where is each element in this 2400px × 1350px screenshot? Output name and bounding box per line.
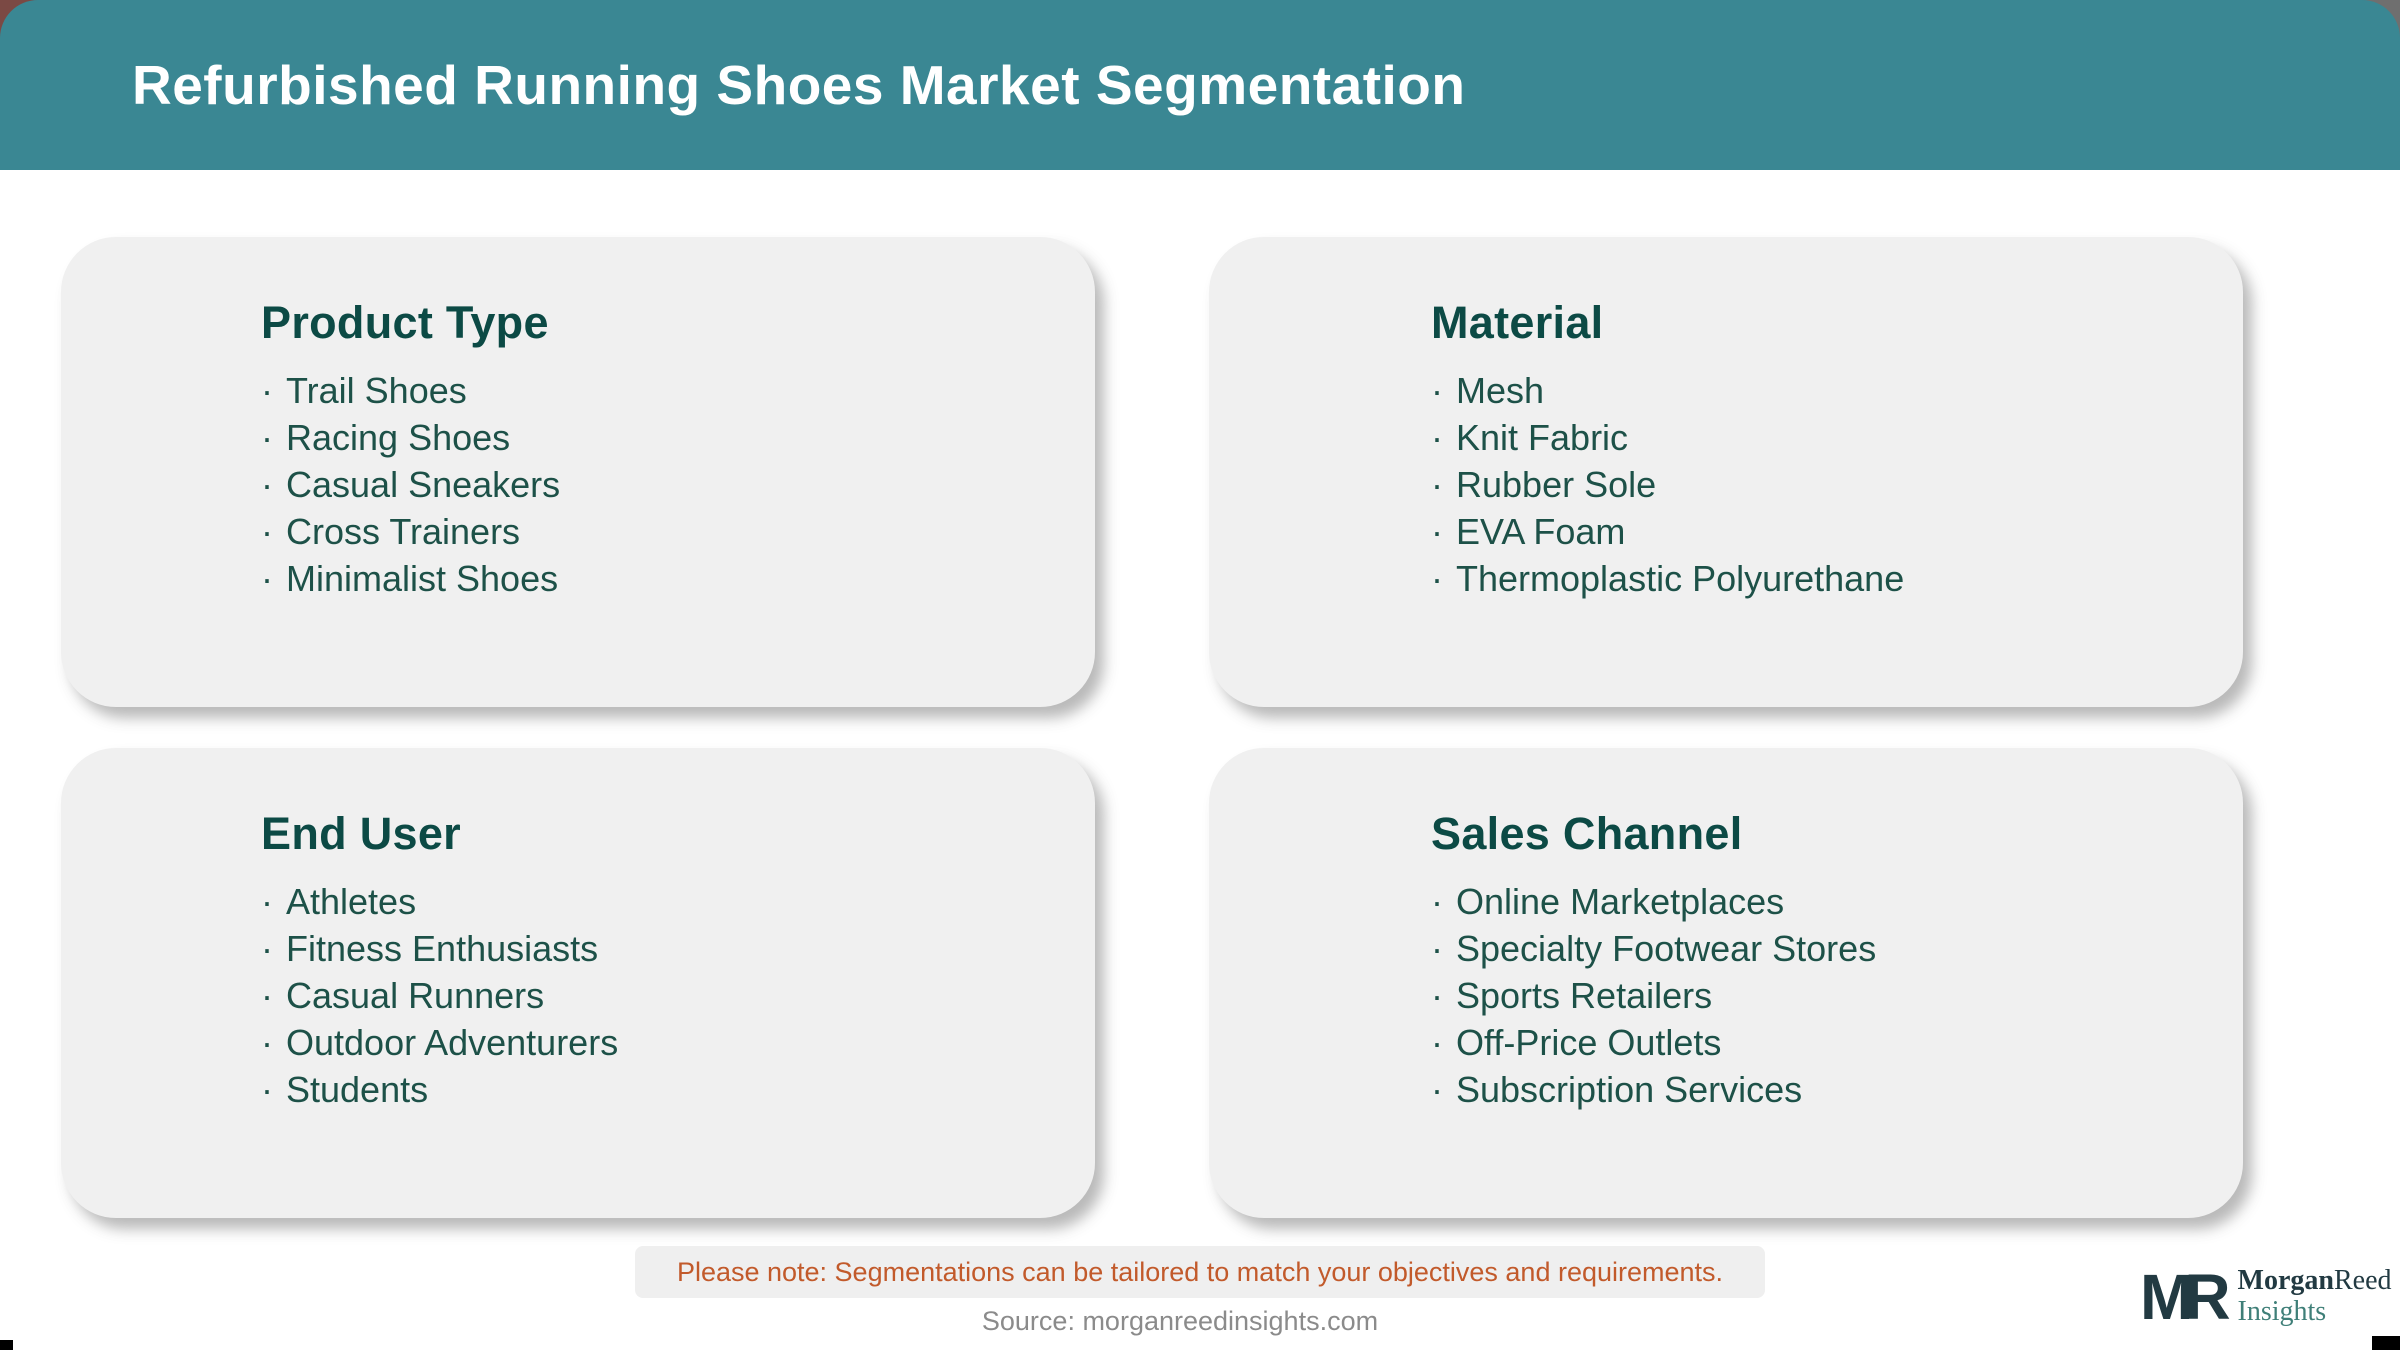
list-item: · Fitness Enthusiasts — [261, 925, 1095, 972]
list-item: · Racing Shoes — [261, 414, 1095, 461]
bullet-dot: · — [261, 558, 273, 599]
bullet-dot: · — [1431, 975, 1443, 1016]
list-item: · Mesh — [1431, 367, 2243, 414]
list-item: · Trail Shoes — [261, 367, 1095, 414]
list-item-label: Sports Retailers — [1456, 975, 1713, 1016]
card-title-product-type: Product Type — [261, 297, 549, 348]
bullet-dot: · — [261, 511, 273, 552]
bullet-dot: · — [1431, 1022, 1443, 1063]
list-item: · Outdoor Adventurers — [261, 1019, 1095, 1066]
card-product-type: Product Type · Trail Shoes · Racing Shoes … — [61, 237, 1095, 707]
list-item-label: Minimalist Shoes — [286, 558, 559, 599]
bullet-dot: · — [1431, 417, 1443, 458]
mr-monogram-icon: MR — [2140, 1260, 2230, 1333]
bullet-dot: · — [1431, 558, 1443, 599]
bullet-dot: · — [261, 1069, 273, 1110]
bullet-dot: · — [261, 1022, 273, 1063]
list-item: · Off-Price Outlets — [1431, 1019, 2243, 1066]
card-title-end-user: End User — [261, 808, 461, 859]
list-item-label: Off-Price Outlets — [1456, 1022, 1722, 1063]
morganreed-logo: MR MorganReed Insights — [2140, 1260, 2392, 1333]
bullet-dot: · — [261, 464, 273, 505]
scan-artifact-bottom-left — [0, 1340, 13, 1350]
logo-name-regular: Reed — [2333, 1265, 2392, 1296]
bullet-dot: · — [1431, 370, 1443, 411]
page-title: Refurbished Running Shoes Market Segment… — [132, 54, 1466, 116]
disclaimer-note: Please note: Segmentations can be tailor… — [634, 1246, 1766, 1298]
list-item-label: Online Marketplaces — [1456, 881, 1785, 922]
scan-artifact-bottom-right — [2372, 1336, 2400, 1350]
list-item-label: Casual Sneakers — [286, 464, 561, 505]
list-item-label: Subscription Services — [1456, 1069, 1803, 1110]
list-item: · Students — [261, 1066, 1095, 1113]
list-item-label: Mesh — [1456, 370, 1545, 411]
list-item-label: Knit Fabric — [1456, 417, 1629, 458]
bullet-dot: · — [261, 417, 273, 458]
list-item: · Minimalist Shoes — [261, 555, 1095, 602]
logo-subtitle: Insights — [2237, 1296, 2327, 1327]
header-band: Refurbished Running Shoes Market Segment… — [0, 0, 2400, 170]
logo-name-bold: Morgan — [2237, 1265, 2334, 1296]
list-item-label: EVA Foam — [1456, 511, 1626, 552]
list-item: · Casual Sneakers — [261, 461, 1095, 508]
bullet-dot: · — [1431, 1069, 1443, 1110]
bullet-dot: · — [1431, 881, 1443, 922]
source-row: Source: morganreedinsights.com — [0, 1306, 2360, 1337]
card-material: Material · Mesh · Knit Fabric · Rubber Sole… — [1209, 237, 2243, 707]
bullet-dot: · — [261, 881, 273, 922]
bullet-dot: · — [261, 975, 273, 1016]
list-item-label: Specialty Footwear Stores — [1456, 928, 1877, 969]
list-item: · Sports Retailers — [1431, 972, 2243, 1019]
list-item-label: Rubber Sole — [1456, 464, 1657, 505]
card-end-user: End User · Athletes · Fitness Enthusiasts … — [61, 748, 1095, 1218]
list-item-label: Racing Shoes — [286, 417, 511, 458]
list-item-label: Students — [286, 1069, 429, 1110]
list-item: · Cross Trainers — [261, 508, 1095, 555]
list-item: · Thermoplastic Polyurethane — [1431, 555, 2243, 602]
list-item: · Knit Fabric — [1431, 414, 2243, 461]
list-item: · Specialty Footwear Stores — [1431, 925, 2243, 972]
note-row: Please note: Segmentations can be tailor… — [0, 1246, 2400, 1298]
list-item: · EVA Foam — [1431, 508, 2243, 555]
source-text: Source: morganreedinsights.com — [981, 1306, 1379, 1336]
logo-wordmark: MorganReed Insights — [2238, 1266, 2392, 1327]
list-item-label: Thermoplastic Polyurethane — [1456, 558, 1905, 599]
list-item: · Athletes — [261, 878, 1095, 925]
list-item-label: Fitness Enthusiasts — [286, 928, 599, 969]
list-item: · Subscription Services — [1431, 1066, 2243, 1113]
list-item: · Rubber Sole — [1431, 461, 2243, 508]
list-item: · Casual Runners — [261, 972, 1095, 1019]
bullet-dot: · — [1431, 928, 1443, 969]
bullet-dot: · — [1431, 511, 1443, 552]
card-sales-channel: Sales Channel · Online Marketplaces · Spec… — [1209, 748, 2243, 1218]
bullet-dot: · — [261, 370, 273, 411]
card-title-sales-channel: Sales Channel — [1431, 808, 1743, 859]
logo-company-name: MorganReed — [2238, 1266, 2392, 1296]
list-item-label: Outdoor Adventurers — [286, 1022, 619, 1063]
card-title-material: Material — [1431, 297, 1604, 348]
bullet-dot: · — [1431, 464, 1443, 505]
list-item-label: Trail Shoes — [286, 370, 467, 411]
bullet-dot: · — [261, 928, 273, 969]
list-item: · Online Marketplaces — [1431, 878, 2243, 925]
list-item-label: Cross Trainers — [286, 511, 521, 552]
list-item-label: Athletes — [286, 881, 417, 922]
list-item-label: Casual Runners — [286, 975, 545, 1016]
